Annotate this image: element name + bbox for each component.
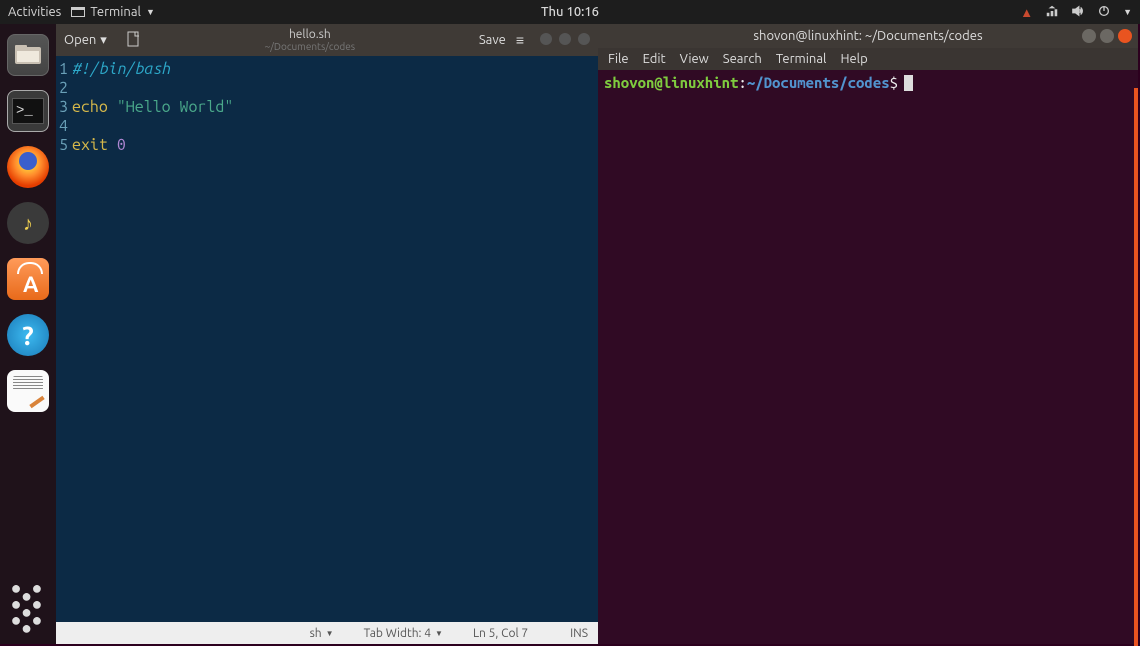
volume-icon[interactable]	[1071, 4, 1085, 21]
minimize-button[interactable]	[540, 33, 552, 45]
language-selector[interactable]: sh▼	[310, 627, 334, 640]
cursor-position: Ln 5, Col 7▼	[473, 627, 540, 640]
gedit-headerbar: Open ▾ hello.sh ~/Documents/codes Save ≡	[56, 24, 598, 56]
terminal-window: shovon@linuxhint: ~/Documents/codes File…	[598, 24, 1138, 644]
chevron-down-icon: ▼	[146, 7, 155, 17]
terminal-menubar: File Edit View Search Terminal Help	[598, 48, 1138, 70]
code-content[interactable]: #!/bin/bashecho "Hello World"exit 0	[70, 56, 237, 622]
menu-terminal[interactable]: Terminal	[776, 52, 827, 66]
clock[interactable]: Thu 10:16	[541, 5, 599, 19]
firefox-launcher[interactable]	[7, 146, 49, 188]
menu-button[interactable]: ≡	[516, 32, 524, 48]
rhythmbox-launcher[interactable]: ♪	[7, 202, 49, 244]
cursor	[904, 75, 913, 91]
help-launcher[interactable]: ?	[7, 314, 49, 356]
new-document-button[interactable]	[127, 31, 141, 50]
maximize-button[interactable]	[559, 33, 571, 45]
window-controls	[536, 33, 590, 48]
menu-help[interactable]: Help	[840, 52, 867, 66]
prompt-user: shovon@linuxhint	[604, 74, 738, 91]
chevron-down-icon: ▾	[100, 33, 107, 48]
line-gutter: 12345	[56, 56, 70, 622]
gedit-statusbar: sh▼ Tab Width: 4▼ Ln 5, Col 7▼ INS	[56, 622, 598, 644]
system-menu-chevron-icon[interactable]: ▼	[1123, 7, 1132, 17]
terminal-launcher[interactable]: >_	[7, 90, 49, 132]
save-button[interactable]: Save	[479, 33, 506, 47]
close-button[interactable]	[1118, 29, 1132, 43]
document-title: hello.sh ~/Documents/codes	[141, 28, 479, 52]
terminal-titlebar: shovon@linuxhint: ~/Documents/codes	[598, 24, 1138, 48]
prompt-path: ~/Documents/codes	[747, 74, 890, 91]
menu-file[interactable]: File	[608, 52, 629, 66]
network-icon[interactable]	[1045, 4, 1059, 21]
tabwidth-selector[interactable]: Tab Width: 4▼	[364, 627, 443, 640]
prompt-symbol: $	[890, 74, 898, 91]
files-launcher[interactable]	[7, 34, 49, 76]
gnome-topbar: Activities Terminal ▼ Thu 10:16 ▲ ▼	[0, 0, 1140, 24]
menu-search[interactable]: Search	[723, 52, 762, 66]
scrollbar-edge	[1134, 88, 1138, 646]
insert-mode: INS	[570, 627, 588, 640]
show-apps-button[interactable]: ● ● ●● ● ●● ● ●	[7, 584, 49, 632]
editor-area[interactable]: 12345 #!/bin/bashecho "Hello World"exit …	[56, 56, 598, 622]
gedit-window: Open ▾ hello.sh ~/Documents/codes Save ≡…	[56, 24, 598, 644]
app-menu[interactable]: Terminal ▼	[71, 5, 155, 19]
app-menu-label: Terminal	[90, 5, 141, 19]
dock: >_ ♪ ? ● ● ●● ● ●● ● ●	[0, 24, 56, 644]
menu-edit[interactable]: Edit	[643, 52, 666, 66]
terminal-app-icon	[71, 7, 85, 17]
menu-view[interactable]: View	[680, 52, 709, 66]
terminal-title: shovon@linuxhint: ~/Documents/codes	[753, 29, 982, 43]
maximize-button[interactable]	[1100, 29, 1114, 43]
activities-button[interactable]: Activities	[8, 5, 61, 19]
close-button[interactable]	[578, 33, 590, 45]
texteditor-launcher[interactable]	[7, 370, 49, 412]
software-launcher[interactable]	[7, 258, 49, 300]
terminal-body[interactable]: shovon@linuxhint:~/Documents/codes$	[598, 70, 1138, 644]
open-button[interactable]: Open ▾	[64, 33, 107, 48]
warning-icon[interactable]: ▲	[1020, 5, 1033, 20]
minimize-button[interactable]	[1082, 29, 1096, 43]
power-icon[interactable]	[1097, 4, 1111, 21]
